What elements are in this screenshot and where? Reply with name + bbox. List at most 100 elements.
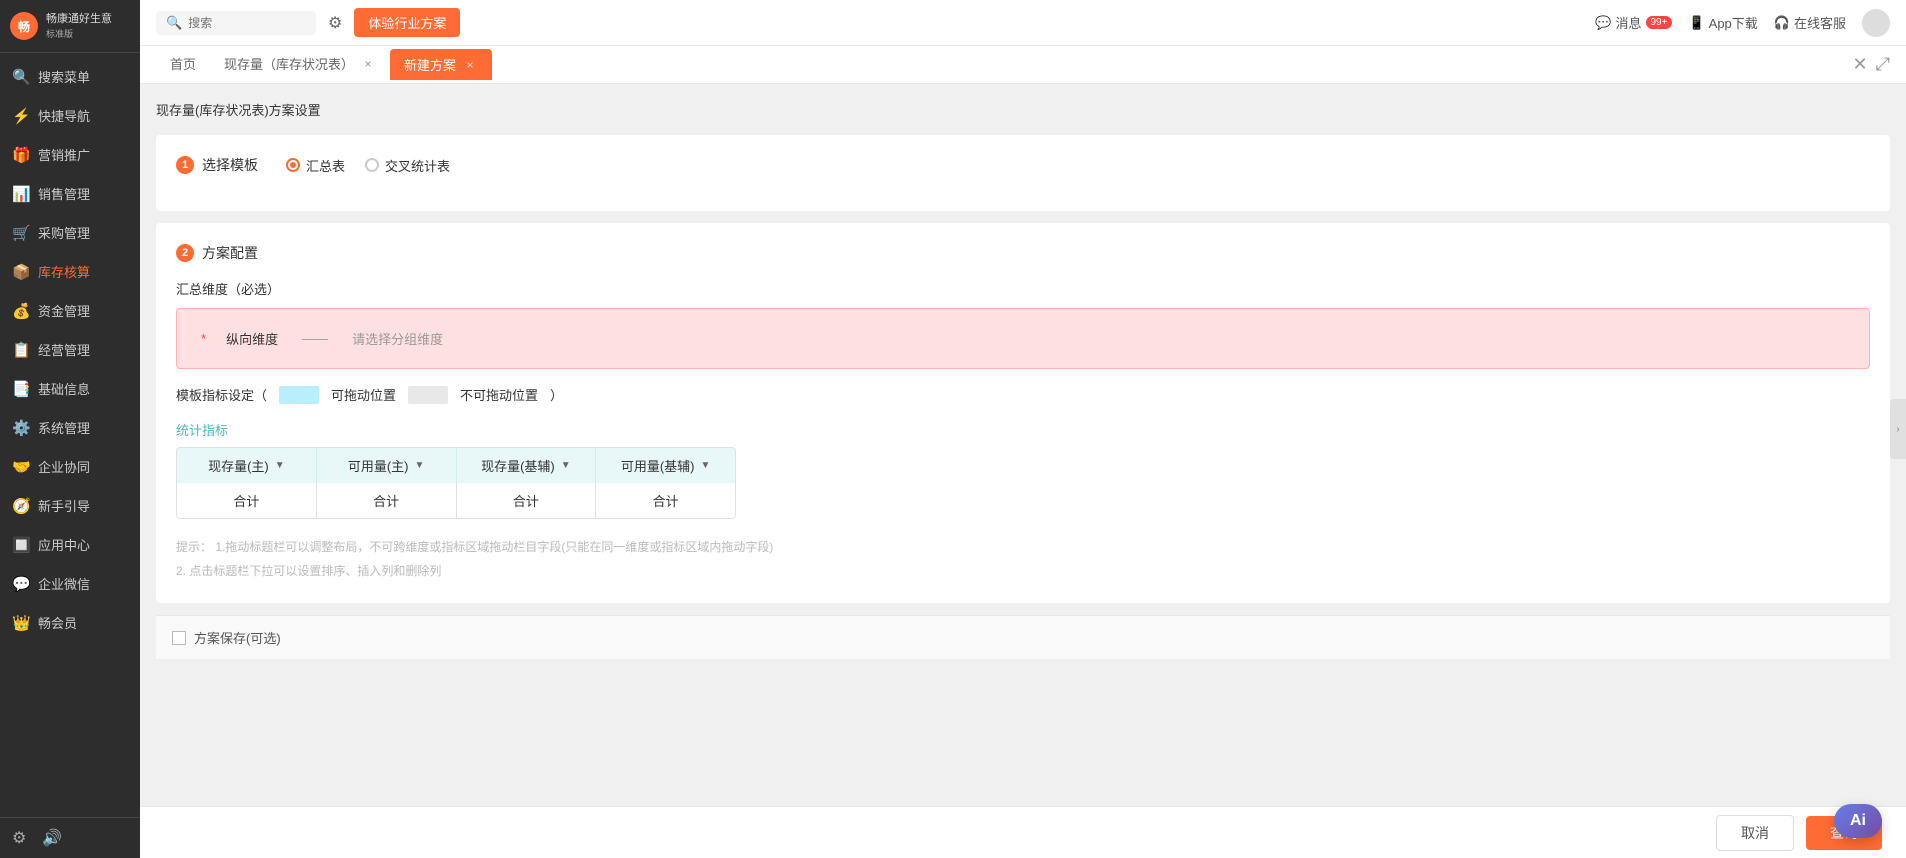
non-draggable-label: 不可拖动位置: [460, 385, 538, 404]
dimension-dash: ——: [302, 331, 328, 346]
summary-dimension-label: 汇总维度（必选）: [176, 279, 1870, 298]
content-area: 现存量(库存状况表)方案设置 1 选择模板 汇总表 交叉统计表: [140, 84, 1906, 806]
tab-inventory-status[interactable]: 现存量（库存状况表） ×: [210, 46, 390, 83]
cancel-button[interactable]: 取消: [1716, 815, 1794, 851]
tabs-close-icon[interactable]: ✕: [1853, 54, 1868, 75]
tab-new-plan[interactable]: 新建方案 ×: [390, 49, 492, 80]
sidebar-item-label: 系统管理: [38, 418, 90, 437]
avatar[interactable]: [1862, 9, 1890, 37]
sidebar-item-label: 畅会员: [38, 613, 77, 632]
sidebar-logo: 畅 畅康通好生意 标准版: [0, 0, 140, 53]
sidebar: 畅 畅康通好生意 标准版 🔍 搜索菜单 ⚡ 快捷导航 🎁 营销推广 📊 销售管理…: [0, 0, 140, 858]
sidebar-item-system[interactable]: ⚙️ 系统管理: [0, 408, 140, 447]
sidebar-item-marketing[interactable]: 🎁 营销推广: [0, 135, 140, 174]
step2-card: 2 方案配置 汇总维度（必选） * 纵向维度 —— 请选择分组维度 模板指标设定…: [156, 223, 1890, 603]
stats-col-body-2: 合计: [457, 483, 597, 518]
sidebar-item-search[interactable]: 🔍 搜索菜单: [0, 57, 140, 96]
message-badge: 99+: [1646, 16, 1673, 29]
chevron-down-icon-3: ▼: [701, 460, 711, 471]
sidebar-item-label: 经营管理: [38, 340, 90, 359]
save-checkbox[interactable]: [172, 631, 186, 645]
sidebar-item-basic[interactable]: 📑 基础信息: [0, 369, 140, 408]
radio-summary[interactable]: 汇总表: [286, 156, 345, 175]
right-panel-expand-btn[interactable]: ›: [1890, 399, 1906, 459]
logo-icon: 畅: [10, 12, 38, 40]
tab-new-plan-label: 新建方案: [404, 55, 456, 74]
stats-table-header: 现存量(主) ▼ 可用量(主) ▼ 现存量(基辅) ▼ 可用量(基辅): [177, 448, 735, 483]
template-indicator: 模板指标设定（ 可拖动位置 不可拖动位置 ）: [176, 385, 1870, 404]
online-service-item[interactable]: 🎧 在线客服: [1774, 13, 1846, 32]
sidebar-item-guide[interactable]: 🧭 新手引导: [0, 486, 140, 525]
sound-footer-icon[interactable]: 🔊: [42, 828, 62, 848]
stats-col-header-label-3: 可用量(基辅): [621, 456, 695, 475]
sidebar-item-apps[interactable]: 🔲 应用中心: [0, 525, 140, 564]
sidebar-item-inventory[interactable]: 📦 库存核算: [0, 252, 140, 291]
sidebar-item-label: 快捷导航: [38, 106, 90, 125]
tab-home-label: 首页: [170, 54, 196, 73]
dimension-placeholder: 请选择分组维度: [352, 329, 443, 348]
required-mark: *: [201, 331, 206, 346]
stats-col-header-0[interactable]: 现存量(主) ▼: [177, 448, 317, 483]
search-input[interactable]: [188, 16, 306, 30]
radio-summary-circle: [286, 158, 300, 172]
compass-icon: 🧭: [12, 497, 30, 515]
template-radio-group: 汇总表 交叉统计表: [286, 156, 450, 175]
step1-title: 选择模板: [202, 155, 258, 175]
stats-col-header-1[interactable]: 可用量(主) ▼: [317, 448, 457, 483]
flash-icon: ⚡: [12, 107, 30, 125]
sidebar-item-label: 新手引导: [38, 496, 90, 515]
search-bar[interactable]: 🔍: [156, 11, 316, 35]
stats-col-body-0: 合计: [177, 483, 317, 518]
tab-home[interactable]: 首页: [156, 46, 210, 83]
step1-header: 1 选择模板 汇总表 交叉统计表: [176, 155, 1870, 175]
dimension-picker[interactable]: * 纵向维度 —— 请选择分组维度: [176, 308, 1870, 369]
sidebar-item-finance[interactable]: 💰 资金管理: [0, 291, 140, 330]
app-download-item[interactable]: 📱 App下载: [1688, 13, 1757, 32]
tab-new-plan-close-icon[interactable]: ×: [462, 57, 478, 73]
ai-badge[interactable]: Ai: [1834, 804, 1882, 838]
sidebar-item-label: 搜索菜单: [38, 67, 90, 86]
step1-card: 1 选择模板 汇总表 交叉统计表: [156, 135, 1890, 211]
sidebar-item-sales[interactable]: 📊 销售管理: [0, 174, 140, 213]
topbar-settings-icon[interactable]: ⚙: [328, 13, 342, 33]
sidebar-item-purchase[interactable]: 🛒 采购管理: [0, 213, 140, 252]
stats-table: 现存量(主) ▼ 可用量(主) ▼ 现存量(基辅) ▼ 可用量(基辅): [176, 447, 736, 519]
app-download-label: App下载: [1709, 13, 1758, 32]
sidebar-item-quicknav[interactable]: ⚡ 快捷导航: [0, 96, 140, 135]
tabs-bar: 首页 现存量（库存状况表） × 新建方案 × ✕ ⤢: [140, 46, 1906, 84]
topbar-right: 💬 消息 99+ 📱 App下载 🎧 在线客服: [1595, 9, 1890, 37]
message-item[interactable]: 💬 消息 99+: [1595, 13, 1672, 32]
step2-title: 方案配置: [202, 243, 258, 263]
settings-footer-icon[interactable]: ⚙: [12, 828, 26, 848]
sidebar-item-operations[interactable]: 📋 经营管理: [0, 330, 140, 369]
tabs-expand-icon[interactable]: ⤢: [1876, 54, 1890, 75]
stats-col-header-3[interactable]: 可用量(基辅) ▼: [596, 448, 735, 483]
radio-crosstab[interactable]: 交叉统计表: [365, 156, 450, 175]
chevron-down-icon-0: ▼: [275, 460, 285, 471]
crown-icon: 👑: [12, 614, 30, 632]
sidebar-item-vip[interactable]: 👑 畅会员: [0, 603, 140, 642]
sidebar-footer: ⚙ 🔊: [0, 817, 140, 858]
online-service-label: 在线客服: [1794, 13, 1846, 32]
document-icon: 📑: [12, 380, 30, 398]
tab-inventory-close-icon[interactable]: ×: [360, 56, 376, 72]
stats-col-header-2[interactable]: 现存量(基辅) ▼: [457, 448, 597, 483]
stats-col-value-2: 合计: [513, 491, 539, 510]
stats-table-body: 合计 合计 合计 合计: [177, 483, 735, 518]
message-icon: 💬: [1595, 15, 1611, 31]
sidebar-item-label: 营销推广: [38, 145, 90, 164]
grid-icon: 🔲: [12, 536, 30, 554]
trial-industry-button[interactable]: 体验行业方案: [354, 8, 460, 37]
template-indicator-label: 模板指标设定（: [176, 385, 267, 404]
sidebar-item-wechat[interactable]: 💬 企业微信: [0, 564, 140, 603]
sidebar-item-partner[interactable]: 🤝 企业协同: [0, 447, 140, 486]
settings-icon: ⚙️: [12, 419, 30, 437]
save-checkbox-row: 方案保存(可选): [156, 615, 1890, 659]
tips-header: 提示： 1.拖动标题栏可以调整布局，不可跨维度或指标区域拖动栏目字段(只能在同一…: [176, 535, 1870, 559]
chevron-down-icon-2: ▼: [561, 460, 571, 471]
stats-col-body-3: 合计: [596, 483, 735, 518]
stats-col-body-1: 合计: [317, 483, 457, 518]
bottom-bar: 取消 查询: [140, 806, 1906, 858]
chat-icon: 💬: [12, 575, 30, 593]
draggable-label: 可拖动位置: [331, 385, 396, 404]
